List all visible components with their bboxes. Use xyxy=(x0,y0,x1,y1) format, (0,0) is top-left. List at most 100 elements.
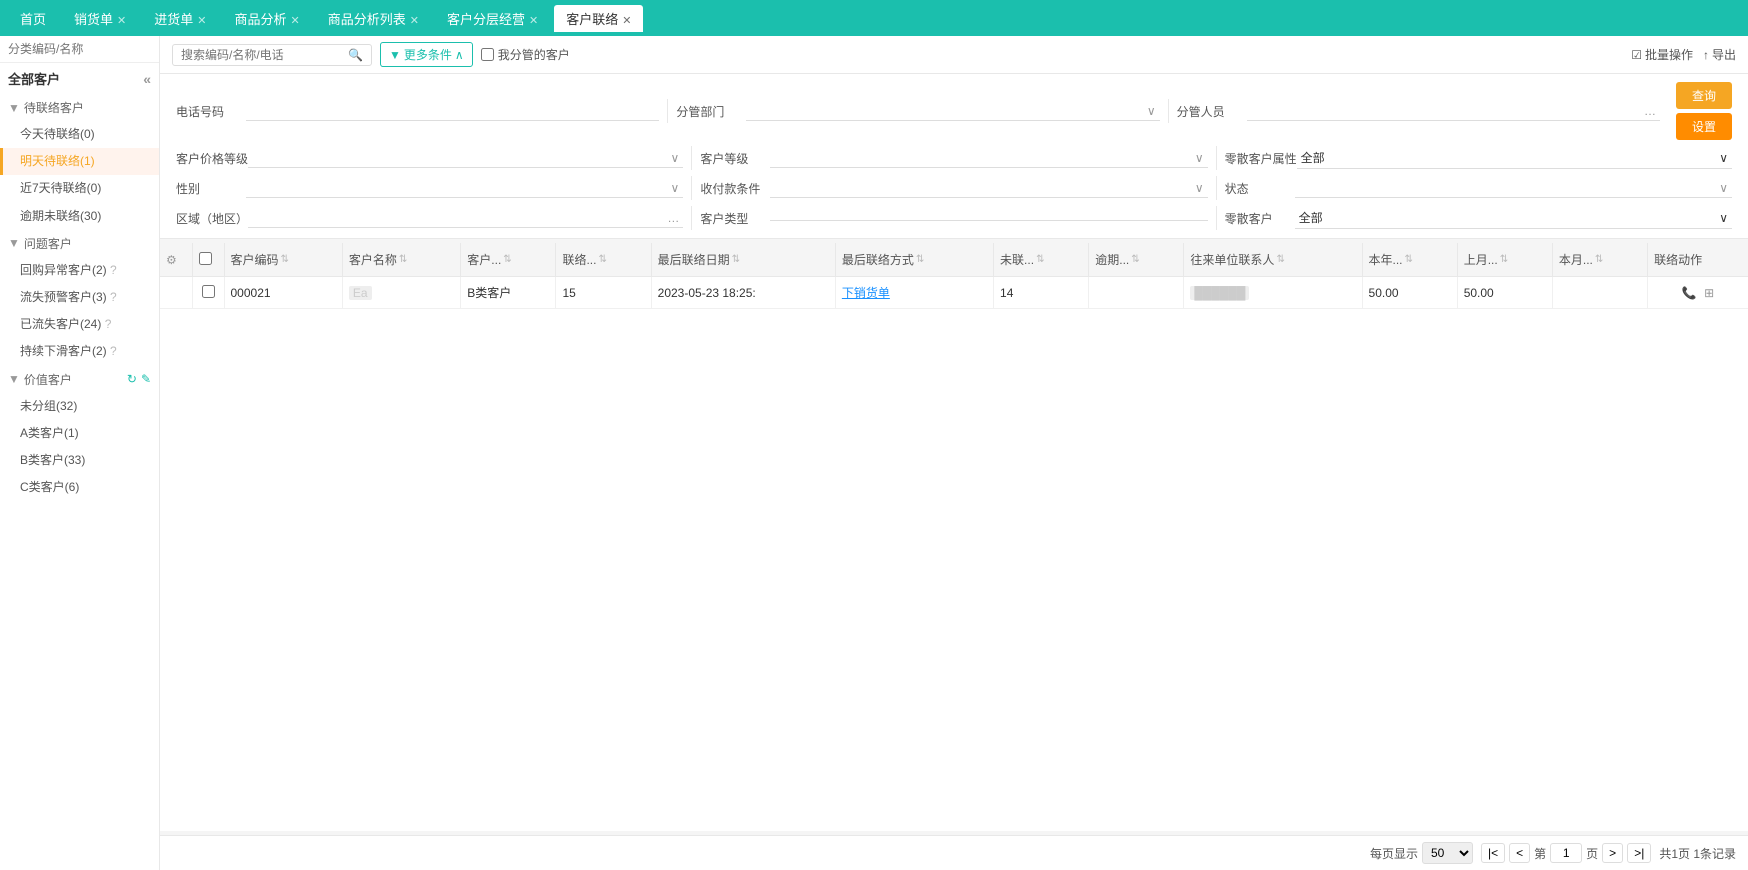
filter-price-level: 客户价格等级 ∨ xyxy=(176,149,683,168)
sidebar-item-repurchase-abnormal[interactable]: 回购异常客户(2) ? xyxy=(0,257,159,284)
manager-select[interactable]: … xyxy=(1247,102,1660,121)
customer-level-select[interactable]: ∨ xyxy=(770,149,1207,168)
sort-unit-icon[interactable]: ⇅ xyxy=(1276,254,1284,265)
filter-label: 更多条件 xyxy=(404,46,452,63)
filter-panel: 电话号码 分管部门 ∨ 分管人员 … xyxy=(160,74,1748,239)
region-select[interactable]: … xyxy=(248,209,683,228)
column-settings-icon[interactable]: ⚙ xyxy=(166,253,177,267)
sidebar-item-churn-warning[interactable]: 流失预警客户(3) ? xyxy=(0,284,159,311)
sort-contact-icon[interactable]: ⇅ xyxy=(598,254,606,265)
nav-product-analysis[interactable]: 商品分析✕ xyxy=(222,5,311,32)
th-checkbox xyxy=(192,243,224,277)
sort-overdue-icon[interactable]: ⇅ xyxy=(1131,254,1139,265)
th-this-month: 本月... ⇅ xyxy=(1552,243,1647,277)
action-phone-icon[interactable]: 📞 xyxy=(1682,286,1697,300)
action-more-icon[interactable]: ⊞ xyxy=(1704,286,1714,300)
main-search-input[interactable] xyxy=(181,48,348,62)
close-purchase-order-icon[interactable]: ✕ xyxy=(197,15,206,27)
row-select-checkbox[interactable] xyxy=(202,285,215,298)
gender-select[interactable]: ∨ xyxy=(246,179,683,198)
sidebar-group-pending-contact[interactable]: ▼ 待联络客户 xyxy=(0,94,159,121)
retail-attr-arrow-icon: ∨ xyxy=(1719,151,1728,165)
close-customer-tier-icon[interactable]: ✕ xyxy=(529,15,538,27)
nav-customer-contact[interactable]: 客户联络✕ xyxy=(554,5,643,32)
dept-select[interactable]: ∨ xyxy=(746,102,1159,121)
payment-select[interactable]: ∨ xyxy=(770,179,1207,198)
sidebar-item-7day-contact[interactable]: 近7天待联络(0) xyxy=(0,175,159,202)
nav-product-analysis-list[interactable]: 商品分析列表✕ xyxy=(316,5,431,32)
sort-uncontact-icon[interactable]: ⇅ xyxy=(1036,254,1044,265)
filter-payment: 收付款条件 ∨ xyxy=(700,179,1207,198)
sidebar-item-class-a[interactable]: A类客户(1) xyxy=(0,420,159,447)
sort-name-icon[interactable]: ⇅ xyxy=(399,254,407,265)
retail-customer-select[interactable]: 全部 ∨ xyxy=(1295,207,1732,229)
page-navigation: |< < 第 页 > >| xyxy=(1481,843,1651,863)
sidebar-item-class-c[interactable]: C类客户(6) xyxy=(0,474,159,501)
sidebar-group-problem-customers[interactable]: ▼ 问题客户 xyxy=(0,230,159,257)
all-customers-section[interactable]: 全部客户 « xyxy=(0,63,159,94)
status-select[interactable]: ∨ xyxy=(1295,179,1732,198)
batch-op-label: 批量操作 xyxy=(1645,46,1693,63)
sidebar-item-tomorrow-contact[interactable]: 明天待联络(1) xyxy=(0,148,159,175)
nav-customer-tier[interactable]: 客户分层经营✕ xyxy=(435,5,550,32)
nav-home[interactable]: 首页 xyxy=(8,5,58,32)
page-size-label: 每页显示 xyxy=(1370,845,1418,862)
last-page-button[interactable]: >| xyxy=(1627,843,1651,863)
sort-last-date-icon[interactable]: ⇅ xyxy=(732,254,740,265)
th-overdue: 逾期... ⇅ xyxy=(1089,243,1184,277)
sort-thismonth-icon[interactable]: ⇅ xyxy=(1595,254,1603,265)
nav-purchase-order[interactable]: 进货单✕ xyxy=(142,5,218,32)
sidebar-item-today-contact[interactable]: 今天待联络(0) xyxy=(0,121,159,148)
phone-input[interactable] xyxy=(246,102,659,121)
query-settings-group: 查询 设置 xyxy=(1676,82,1732,140)
select-all-checkbox[interactable] xyxy=(199,252,212,265)
th-settings: ⚙ xyxy=(160,243,192,277)
edit-value-icon[interactable]: ✎ xyxy=(141,372,151,386)
sidebar-item-ungrouped[interactable]: 未分组(32) xyxy=(0,393,159,420)
last-contact-method-link[interactable]: 下销货单 xyxy=(842,286,890,300)
price-level-select[interactable]: ∨ xyxy=(248,149,683,168)
next-page-button[interactable]: > xyxy=(1602,843,1623,863)
collapse-icon[interactable]: « xyxy=(143,71,151,87)
retail-customer-arrow-icon: ∨ xyxy=(1719,211,1728,225)
close-product-analysis-list-icon[interactable]: ✕ xyxy=(410,15,419,27)
refresh-value-icon[interactable]: ↻ xyxy=(127,372,137,386)
sidebar-group-value-customers[interactable]: ▼ 价值客户 ↻ ✎ xyxy=(0,366,159,393)
prev-page-button[interactable]: < xyxy=(1509,843,1530,863)
row-last-contact-date: 2023-05-23 18:25: xyxy=(651,277,835,309)
manager-more-icon: … xyxy=(1644,104,1656,118)
sidebar-item-overdue-contact[interactable]: 逾期未联络(30) xyxy=(0,203,159,230)
first-page-button[interactable]: |< xyxy=(1481,843,1505,863)
sidebar-item-churned[interactable]: 已流失客户(24) ? xyxy=(0,311,159,338)
th-last-contact-method: 最后联络方式 ⇅ xyxy=(835,243,993,277)
sort-code-icon[interactable]: ⇅ xyxy=(281,254,289,265)
customer-level-label: 客户等级 xyxy=(700,150,770,167)
query-button[interactable]: 查询 xyxy=(1676,82,1732,109)
sort-method-icon[interactable]: ⇅ xyxy=(916,254,924,265)
main-search-icon[interactable]: 🔍 xyxy=(348,48,363,62)
page-input[interactable] xyxy=(1550,843,1582,863)
batch-operation-button[interactable]: ☑ 批量操作 xyxy=(1631,46,1693,63)
close-customer-contact-icon[interactable]: ✕ xyxy=(622,15,631,27)
filter-phone: 电话号码 xyxy=(176,102,659,121)
customer-type-select[interactable] xyxy=(770,216,1207,221)
export-button[interactable]: ↑ 导出 xyxy=(1703,46,1736,63)
retail-attr-select[interactable]: 全部 ∨ xyxy=(1297,147,1732,169)
nav-sales-order[interactable]: 销货单✕ xyxy=(62,5,138,32)
payment-arrow-icon: ∨ xyxy=(1195,181,1204,195)
my-customers-filter[interactable]: 我分管的客户 xyxy=(481,46,570,63)
settings-button[interactable]: 设置 xyxy=(1676,113,1732,140)
filter-manager: 分管人员 … xyxy=(1177,102,1660,121)
sidebar-search-input[interactable] xyxy=(8,42,160,56)
close-product-analysis-icon[interactable]: ✕ xyxy=(291,15,300,27)
filter-dept: 分管部门 ∨ xyxy=(676,102,1159,121)
sort-type-icon[interactable]: ⇅ xyxy=(503,254,511,265)
sort-lastmonth-icon[interactable]: ⇅ xyxy=(1500,254,1508,265)
my-customers-checkbox[interactable] xyxy=(481,48,494,61)
filter-button[interactable]: ▼ 更多条件 ∧ xyxy=(380,42,473,67)
close-sales-order-icon[interactable]: ✕ xyxy=(117,15,126,27)
sidebar-item-declining[interactable]: 持续下滑客户(2) ? xyxy=(0,338,159,365)
page-size-select[interactable]: 50 100 200 xyxy=(1422,842,1473,864)
sidebar-item-class-b[interactable]: B类客户(33) xyxy=(0,447,159,474)
sort-year-icon[interactable]: ⇅ xyxy=(1405,254,1413,265)
